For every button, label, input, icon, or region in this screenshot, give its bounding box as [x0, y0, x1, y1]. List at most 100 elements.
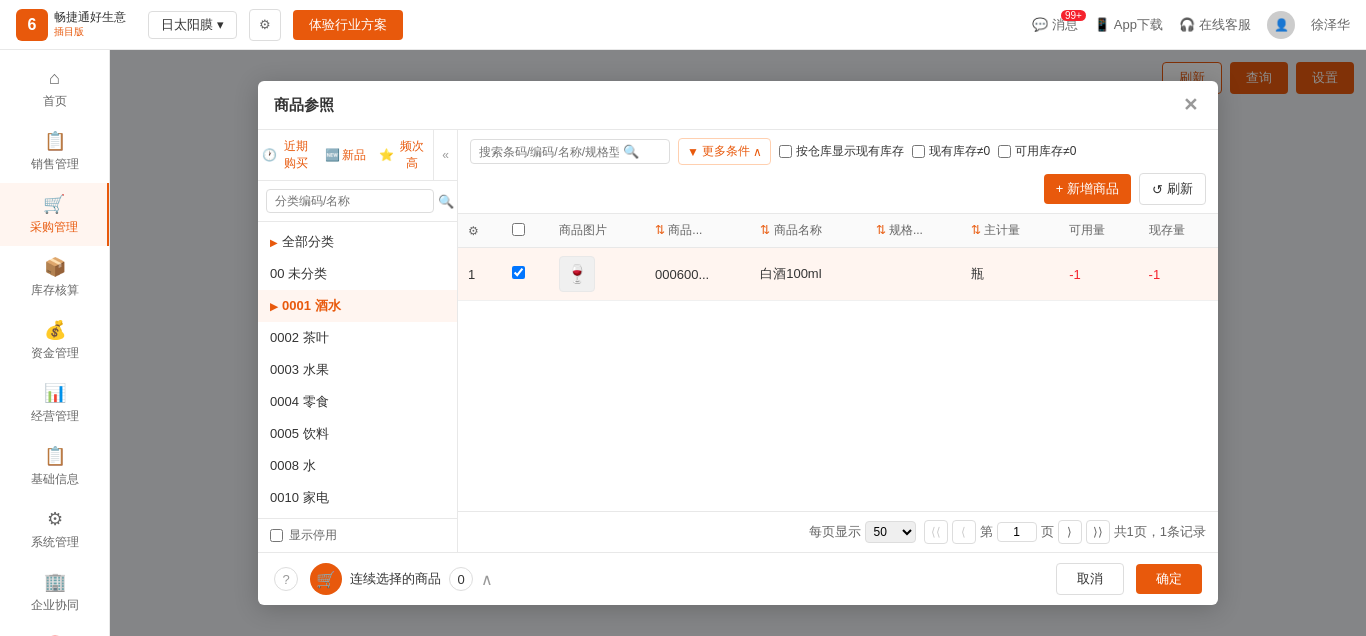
- category-item-0002[interactable]: 0002 茶叶: [258, 322, 457, 354]
- table-header: ⚙ 商品图片 ⇅ 商品...: [458, 214, 1218, 248]
- nav-right: 💬 消息 99+ 📱 App下载 🎧 在线客服 👤 徐泽华: [1032, 11, 1350, 39]
- per-page-select[interactable]: 10 20 50 100: [865, 521, 916, 543]
- refresh-button[interactable]: ↺ 刷新: [1139, 173, 1206, 205]
- dialog-header: 商品参照 ✕: [258, 81, 1218, 130]
- prev-page-button[interactable]: ⟨: [952, 520, 976, 544]
- cart-count: 0: [449, 567, 473, 591]
- current-stock-filter[interactable]: 现有库存≠0: [912, 143, 990, 160]
- product-table: ⚙ 商品图片 ⇅ 商品...: [458, 214, 1218, 301]
- sales-icon: 📋: [44, 130, 66, 152]
- show-disabled-checkbox[interactable]: [270, 529, 283, 542]
- search-submit-icon[interactable]: 🔍: [623, 144, 639, 159]
- sort-arrows-spec: ⇅: [876, 223, 886, 237]
- logo-area: 6 畅捷通好生意 插目版: [16, 9, 136, 41]
- settings-icon[interactable]: ⚙: [249, 9, 281, 41]
- sidebar-item-guide[interactable]: 🎯 新手引导: [0, 624, 109, 636]
- category-collapse-button[interactable]: «: [433, 130, 457, 180]
- row-checkbox[interactable]: [512, 266, 525, 279]
- category-item-0010[interactable]: 0010 家电: [258, 482, 457, 514]
- message-count: 99+: [1061, 10, 1086, 21]
- enterprise-icon: 🏢: [44, 571, 66, 593]
- warehouse-stock-checkbox[interactable]: [779, 145, 792, 158]
- col-settings[interactable]: ⚙: [458, 214, 502, 248]
- search-icon[interactable]: 🔍: [438, 194, 454, 209]
- page-number-input[interactable]: [997, 522, 1037, 542]
- cell-current: -1: [1139, 248, 1218, 301]
- brand-sub: 插目版: [54, 25, 126, 39]
- sort-arrows-name: ⇅: [760, 223, 770, 237]
- add-product-button[interactable]: + 新增商品: [1044, 174, 1131, 204]
- sidebar-item-system[interactable]: ⚙ 系统管理: [0, 498, 109, 561]
- sidebar-item-basic[interactable]: 📋 基础信息: [0, 435, 109, 498]
- cart-icon: 🛒: [310, 563, 342, 595]
- sidebar-item-enterprise[interactable]: 🏢 企业协同: [0, 561, 109, 624]
- user-avatar[interactable]: 👤: [1267, 11, 1295, 39]
- chevron-down-icon: ▾: [217, 17, 224, 32]
- user-icon: 👤: [1274, 18, 1289, 32]
- col-spec[interactable]: ⇅ 规格...: [866, 214, 961, 248]
- tab-frequent[interactable]: ⭐ 频次高: [375, 130, 433, 180]
- right-panel: 🔍 ▼ 更多条件 ∧ 按仓库显示现有库存: [458, 130, 1218, 552]
- sort-arrows-unit: ⇅: [971, 223, 981, 237]
- confirm-button[interactable]: 确定: [1136, 564, 1202, 594]
- product-search-box: 🔍: [470, 139, 670, 164]
- page-nav: ⟨⟨ ⟨ 第 页 ⟩ ⟩⟩ 共1页，1条记录: [924, 520, 1206, 544]
- app-download-link[interactable]: 📱 App下载: [1094, 16, 1163, 34]
- category-item-0003[interactable]: 0003 水果: [258, 354, 457, 386]
- available-stock-checkbox[interactable]: [998, 145, 1011, 158]
- col-name[interactable]: ⇅ 商品名称: [750, 214, 865, 248]
- col-unit[interactable]: ⇅ 主计量: [961, 214, 1059, 248]
- online-service-link[interactable]: 🎧 在线客服: [1179, 16, 1251, 34]
- first-page-button[interactable]: ⟨⟨: [924, 520, 948, 544]
- top-nav: 6 畅捷通好生意 插目版 日太阳膜 ▾ ⚙ 体验行业方案 💬 消息 99+ 📱 …: [0, 0, 1366, 50]
- last-page-button[interactable]: ⟩⟩: [1086, 520, 1110, 544]
- message-icon: 💬: [1032, 17, 1048, 32]
- tab-recent[interactable]: 🕐 近期购买: [258, 130, 316, 180]
- sidebar-item-purchase[interactable]: 🛒 采购管理: [0, 183, 109, 246]
- category-search-input[interactable]: [266, 189, 434, 213]
- product-search-input[interactable]: [479, 145, 619, 159]
- message-badge[interactable]: 💬 消息 99+: [1032, 16, 1078, 34]
- more-filters-button[interactable]: ▼ 更多条件 ∧: [678, 138, 771, 165]
- username: 徐泽华: [1311, 16, 1350, 34]
- col-code[interactable]: ⇅ 商品...: [645, 214, 750, 248]
- next-page-button[interactable]: ⟩: [1058, 520, 1082, 544]
- table-row[interactable]: 1 🍷 000600... 白酒100ml: [458, 248, 1218, 301]
- mobile-icon: 📱: [1094, 17, 1110, 32]
- select-all-checkbox[interactable]: [512, 223, 525, 236]
- sidebar-item-inventory[interactable]: 📦 库存核算: [0, 246, 109, 309]
- cell-name: 白酒100ml: [750, 248, 865, 301]
- available-stock-filter[interactable]: 可用库存≠0: [998, 143, 1076, 160]
- cell-checkbox[interactable]: [502, 248, 549, 301]
- category-item-0008[interactable]: 0008 水: [258, 450, 457, 482]
- per-page: 每页显示 10 20 50 100: [809, 521, 916, 543]
- sidebar-item-finance[interactable]: 💰 资金管理: [0, 309, 109, 372]
- trial-button[interactable]: 体验行业方案: [293, 10, 403, 40]
- current-stock-checkbox[interactable]: [912, 145, 925, 158]
- sidebar-item-home[interactable]: ⌂ 首页: [0, 58, 109, 120]
- category-item-0005[interactable]: 0005 饮料: [258, 418, 457, 450]
- tab-new[interactable]: 🆕 新品: [316, 130, 374, 180]
- warehouse-stock-filter[interactable]: 按仓库显示现有库存: [779, 143, 904, 160]
- category-item-all[interactable]: ▶ 全部分类: [258, 226, 457, 258]
- category-item-0004[interactable]: 0004 零食: [258, 386, 457, 418]
- cart-label: 连续选择的商品: [350, 570, 441, 588]
- nav-selector[interactable]: 日太阳膜 ▾: [148, 11, 237, 39]
- cell-code: 000600...: [645, 248, 750, 301]
- cart-collapse-button[interactable]: ∧: [481, 570, 493, 589]
- toolbar: 🔍 ▼ 更多条件 ∧ 按仓库显示现有库存: [458, 130, 1218, 214]
- help-button[interactable]: ?: [274, 567, 298, 591]
- dialog-title: 商品参照: [274, 96, 334, 115]
- cancel-button[interactable]: 取消: [1056, 563, 1124, 595]
- logo-icon: 6: [16, 9, 48, 41]
- category-item-00[interactable]: 00 未分类: [258, 258, 457, 290]
- toolbar-right: + 新增商品 ↺ 刷新: [1044, 173, 1206, 205]
- cell-spec: [866, 248, 961, 301]
- sidebar-item-operations[interactable]: 📊 经营管理: [0, 372, 109, 435]
- chevron-up-icon: ∧: [753, 145, 762, 159]
- sort-arrows-code: ⇅: [655, 223, 665, 237]
- category-item-0001[interactable]: ▶ 0001 酒水: [258, 290, 457, 322]
- sidebar-item-sales[interactable]: 📋 销售管理: [0, 120, 109, 183]
- filter-icon: ▼: [687, 145, 699, 159]
- dialog-close-button[interactable]: ✕: [1178, 93, 1202, 117]
